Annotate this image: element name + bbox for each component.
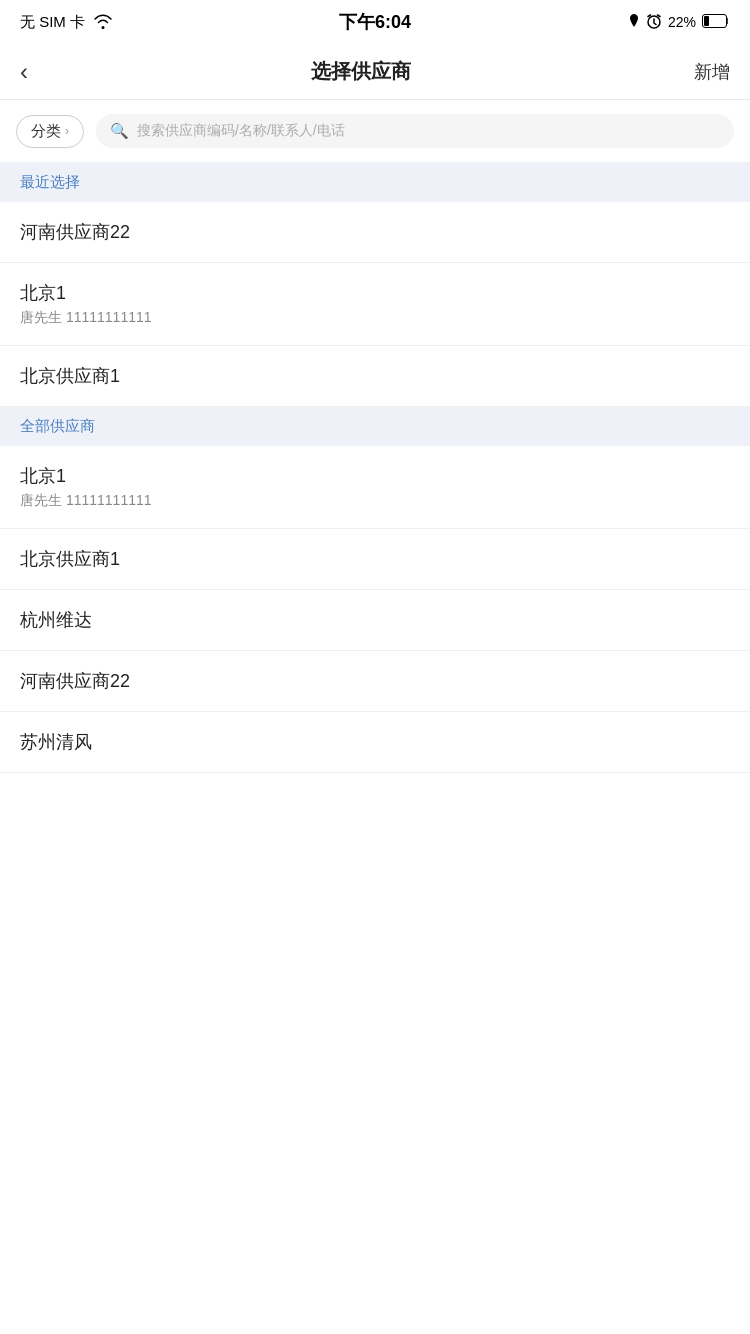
- supplier-name: 北京供应商1: [20, 364, 730, 388]
- supplier-name: 河南供应商22: [20, 220, 730, 244]
- list-item[interactable]: 北京1 唐先生 11111111111: [0, 446, 750, 529]
- supplier-contact: 唐先生 11111111111: [20, 492, 730, 510]
- search-box[interactable]: 🔍 搜索供应商编码/名称/联系人/电话: [96, 114, 734, 148]
- status-time: 下午6:04: [339, 10, 411, 34]
- list-item[interactable]: 河南供应商22: [0, 651, 750, 712]
- list-item[interactable]: 河南供应商22: [0, 202, 750, 263]
- status-bar: 无 SIM 卡 下午6:04 22%: [0, 0, 750, 44]
- location-icon: [628, 13, 640, 32]
- list-item[interactable]: 杭州维达: [0, 590, 750, 651]
- battery-icon: [702, 14, 730, 31]
- alarm-icon: [646, 13, 662, 32]
- svg-rect-2: [704, 16, 709, 26]
- list-item[interactable]: 北京供应商1: [0, 529, 750, 590]
- back-button[interactable]: ‹: [20, 58, 28, 86]
- search-placeholder: 搜索供应商编码/名称/联系人/电话: [137, 122, 345, 140]
- nav-bar: ‹ 选择供应商 新增: [0, 44, 750, 100]
- supplier-name: 北京供应商1: [20, 547, 730, 571]
- section-header-recent: 最近选择: [0, 163, 750, 202]
- wifi-icon: [93, 13, 113, 32]
- section-header-text-all: 全部供应商: [20, 417, 95, 434]
- supplier-contact: 唐先生 11111111111: [20, 309, 730, 327]
- supplier-name: 河南供应商22: [20, 669, 730, 693]
- search-icon: 🔍: [110, 122, 129, 140]
- supplier-name: 北京1: [20, 464, 730, 488]
- filter-bar: 分类 › 🔍 搜索供应商编码/名称/联系人/电话: [0, 100, 750, 163]
- status-right: 22%: [628, 13, 730, 32]
- status-left: 无 SIM 卡: [20, 13, 113, 32]
- supplier-name: 杭州维达: [20, 608, 730, 632]
- section-header-all: 全部供应商: [0, 407, 750, 446]
- list-item[interactable]: 苏州清风: [0, 712, 750, 773]
- list-item[interactable]: 北京供应商1: [0, 346, 750, 407]
- supplier-name: 苏州清风: [20, 730, 730, 754]
- supplier-name: 北京1: [20, 281, 730, 305]
- section-header-text-recent: 最近选择: [20, 173, 80, 190]
- no-sim-label: 无 SIM 卡: [20, 13, 85, 32]
- new-action-button[interactable]: 新增: [694, 60, 730, 84]
- list-item[interactable]: 北京1 唐先生 11111111111: [0, 263, 750, 346]
- page-title: 选择供应商: [311, 58, 411, 85]
- chevron-right-icon: ›: [65, 124, 69, 138]
- battery-label: 22%: [668, 14, 696, 30]
- supplier-list: 最近选择河南供应商22 北京1 唐先生 11111111111 北京供应商1 全部供应商…: [0, 163, 750, 773]
- category-button[interactable]: 分类 ›: [16, 115, 84, 148]
